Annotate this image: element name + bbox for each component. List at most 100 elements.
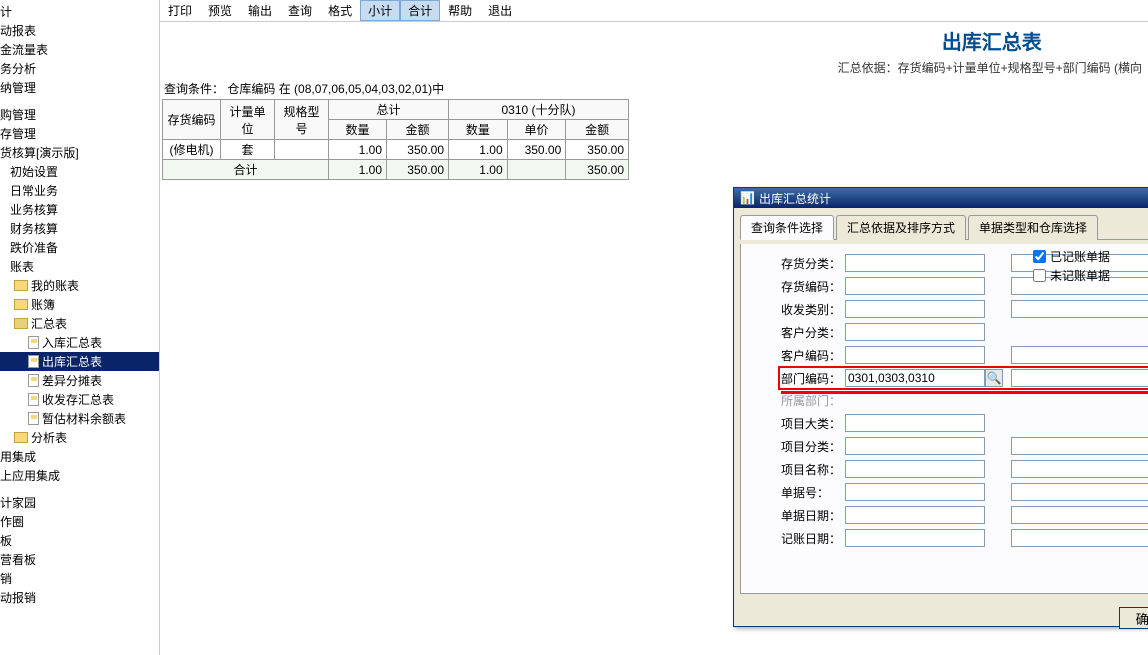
checkbox-booked-input[interactable] — [1033, 250, 1046, 263]
checkbox-unbooked-input[interactable] — [1033, 269, 1046, 282]
input-proj-major[interactable] — [845, 414, 985, 432]
input-cust-code-2[interactable] — [1011, 346, 1148, 364]
tree-item-label: 分析表 — [31, 429, 67, 446]
tree-item[interactable]: 存管理 — [0, 124, 159, 143]
main-area: 打印 预览 输出 查询 格式 小计 合计 帮助 退出 出库汇总表 汇总依据：存货… — [160, 0, 1148, 655]
tree-item[interactable]: 暂估材料余额表 — [0, 409, 159, 428]
tree-item[interactable]: 我的账表 — [0, 276, 159, 295]
tree-item[interactable]: 作圈 — [0, 512, 159, 531]
input-doc-date[interactable] — [845, 506, 985, 524]
toolbar-output[interactable]: 输出 — [240, 0, 280, 21]
label-dept-code: 部门编码： — [781, 370, 845, 387]
tree-item[interactable]: 出库汇总表 — [0, 352, 159, 371]
tree-item[interactable]: 动报销 — [0, 588, 159, 607]
toolbar: 打印 预览 输出 查询 格式 小计 合计 帮助 退出 — [160, 0, 1148, 22]
dialog-tabs: 查询条件选择 汇总依据及排序方式 单据类型和仓库选择 — [740, 214, 1148, 240]
document-icon — [28, 393, 39, 406]
tree-item-label: 存管理 — [0, 125, 36, 142]
toolbar-help[interactable]: 帮助 — [440, 0, 480, 21]
tab-panel: 已记账单据 未记账单据 存货分类： 存货编码： 收发类别： 客户分类： 客户编码… — [740, 244, 1148, 594]
dialog-title-text: 出库汇总统计 — [759, 190, 831, 207]
filter-dialog: 📊 出库汇总统计 ✕ 查询条件选择 汇总依据及排序方式 单据类型和仓库选择 已记… — [733, 187, 1148, 627]
tree-item[interactable]: 板 — [0, 531, 159, 550]
table-row: (修电机) 套 1.00 350.00 1.00 350.00 350.00 — [163, 140, 629, 160]
tree-item-label: 财务核算 — [10, 220, 58, 237]
input-dept-code[interactable] — [845, 369, 985, 387]
tree-item[interactable]: 初始设置 — [0, 162, 159, 181]
tree-item[interactable]: 财务核算 — [0, 219, 159, 238]
tree-item-label: 我的账表 — [31, 277, 79, 294]
checkbox-booked[interactable]: 已记账单据 — [1033, 248, 1110, 265]
tree-item[interactable]: 计 — [0, 2, 159, 21]
tree-item-label: 动报表 — [0, 22, 36, 39]
tree-item[interactable]: 账簿 — [0, 295, 159, 314]
tree-item[interactable]: 计家园 — [0, 493, 159, 512]
tab-doc-warehouse[interactable]: 单据类型和仓库选择 — [968, 215, 1098, 240]
input-doc-date-2[interactable] — [1011, 506, 1148, 524]
tree-item-label: 日常业务 — [10, 182, 58, 199]
tree-item-label: 金流量表 — [0, 41, 48, 58]
label-rcv-type: 收发类别： — [781, 301, 845, 318]
tree-item[interactable]: 汇总表 — [0, 314, 159, 333]
tree-item[interactable]: 金流量表 — [0, 40, 159, 59]
tree-item[interactable]: 用集成 — [0, 447, 159, 466]
label-belong-dept: 所属部门： — [781, 392, 845, 409]
tree-item[interactable]: 货核算[演示版] — [0, 143, 159, 162]
tab-query-conditions[interactable]: 查询条件选择 — [740, 215, 834, 240]
toolbar-exit[interactable]: 退出 — [480, 0, 520, 21]
folder-icon — [14, 318, 28, 329]
col-unit: 计量单位 — [221, 100, 275, 140]
tree-item-label: 务分析 — [0, 60, 36, 77]
toolbar-format[interactable]: 格式 — [320, 0, 360, 21]
tree-item[interactable]: 营看板 — [0, 550, 159, 569]
input-rcv-type-2[interactable] — [1011, 300, 1148, 318]
toolbar-query[interactable]: 查询 — [280, 0, 320, 21]
ok-button[interactable]: 确定 — [1119, 607, 1148, 629]
input-dept-code-2[interactable] — [1011, 369, 1148, 387]
input-proj-name-2[interactable] — [1011, 460, 1148, 478]
input-proj-class-2[interactable] — [1011, 437, 1148, 455]
input-proj-class[interactable] — [845, 437, 985, 455]
input-proj-name[interactable] — [845, 460, 985, 478]
tree-item[interactable]: 差异分摊表 — [0, 371, 159, 390]
checkbox-unbooked[interactable]: 未记账单据 — [1033, 267, 1110, 284]
tree-item[interactable]: 上应用集成 — [0, 466, 159, 485]
input-inv-class[interactable] — [845, 254, 985, 272]
tree-item-label: 计 — [0, 3, 12, 20]
input-doc-no-2[interactable] — [1011, 483, 1148, 501]
tree-item[interactable]: 账表 — [0, 257, 159, 276]
toolbar-print[interactable]: 打印 — [160, 0, 200, 21]
tree-item[interactable]: 入库汇总表 — [0, 333, 159, 352]
tree-item[interactable]: 跌价准备 — [0, 238, 159, 257]
tree-item[interactable]: 日常业务 — [0, 181, 159, 200]
tree-item[interactable]: 务分析 — [0, 59, 159, 78]
toolbar-total[interactable]: 合计 — [400, 0, 440, 21]
input-inv-code[interactable] — [845, 277, 985, 295]
toolbar-preview[interactable]: 预览 — [200, 0, 240, 21]
tree-item[interactable]: 销 — [0, 569, 159, 588]
dialog-titlebar[interactable]: 📊 出库汇总统计 ✕ — [734, 188, 1148, 208]
query-condition: 查询条件： 仓库编码 在 (08,07,06,05,04,03,02,01)中 — [160, 78, 1148, 99]
tree-item-label: 差异分摊表 — [42, 372, 102, 389]
lookup-icon[interactable]: 🔍 — [985, 369, 1003, 387]
tree-item[interactable]: 纳管理 — [0, 78, 159, 97]
report-title: 出库汇总表 — [838, 26, 1146, 55]
toolbar-subtotal[interactable]: 小计 — [360, 0, 400, 21]
tree-item[interactable]: 收发存汇总表 — [0, 390, 159, 409]
input-cust-class[interactable] — [845, 323, 985, 341]
tree-item[interactable]: 分析表 — [0, 428, 159, 447]
tab-summary-sort[interactable]: 汇总依据及排序方式 — [836, 215, 966, 240]
tree-item-label: 账簿 — [31, 296, 55, 313]
input-doc-no[interactable] — [845, 483, 985, 501]
col-spec: 规格型号 — [275, 100, 329, 140]
tree-item-label: 初始设置 — [10, 163, 58, 180]
input-post-date[interactable] — [845, 529, 985, 547]
col-amt1: 金额 — [387, 120, 449, 140]
input-cust-code[interactable] — [845, 346, 985, 364]
tree-item[interactable]: 购管理 — [0, 105, 159, 124]
input-post-date-2[interactable] — [1011, 529, 1148, 547]
tree-item[interactable]: 业务核算 — [0, 200, 159, 219]
tree-item[interactable]: 动报表 — [0, 21, 159, 40]
input-rcv-type[interactable] — [845, 300, 985, 318]
tree-item-label: 跌价准备 — [10, 239, 58, 256]
